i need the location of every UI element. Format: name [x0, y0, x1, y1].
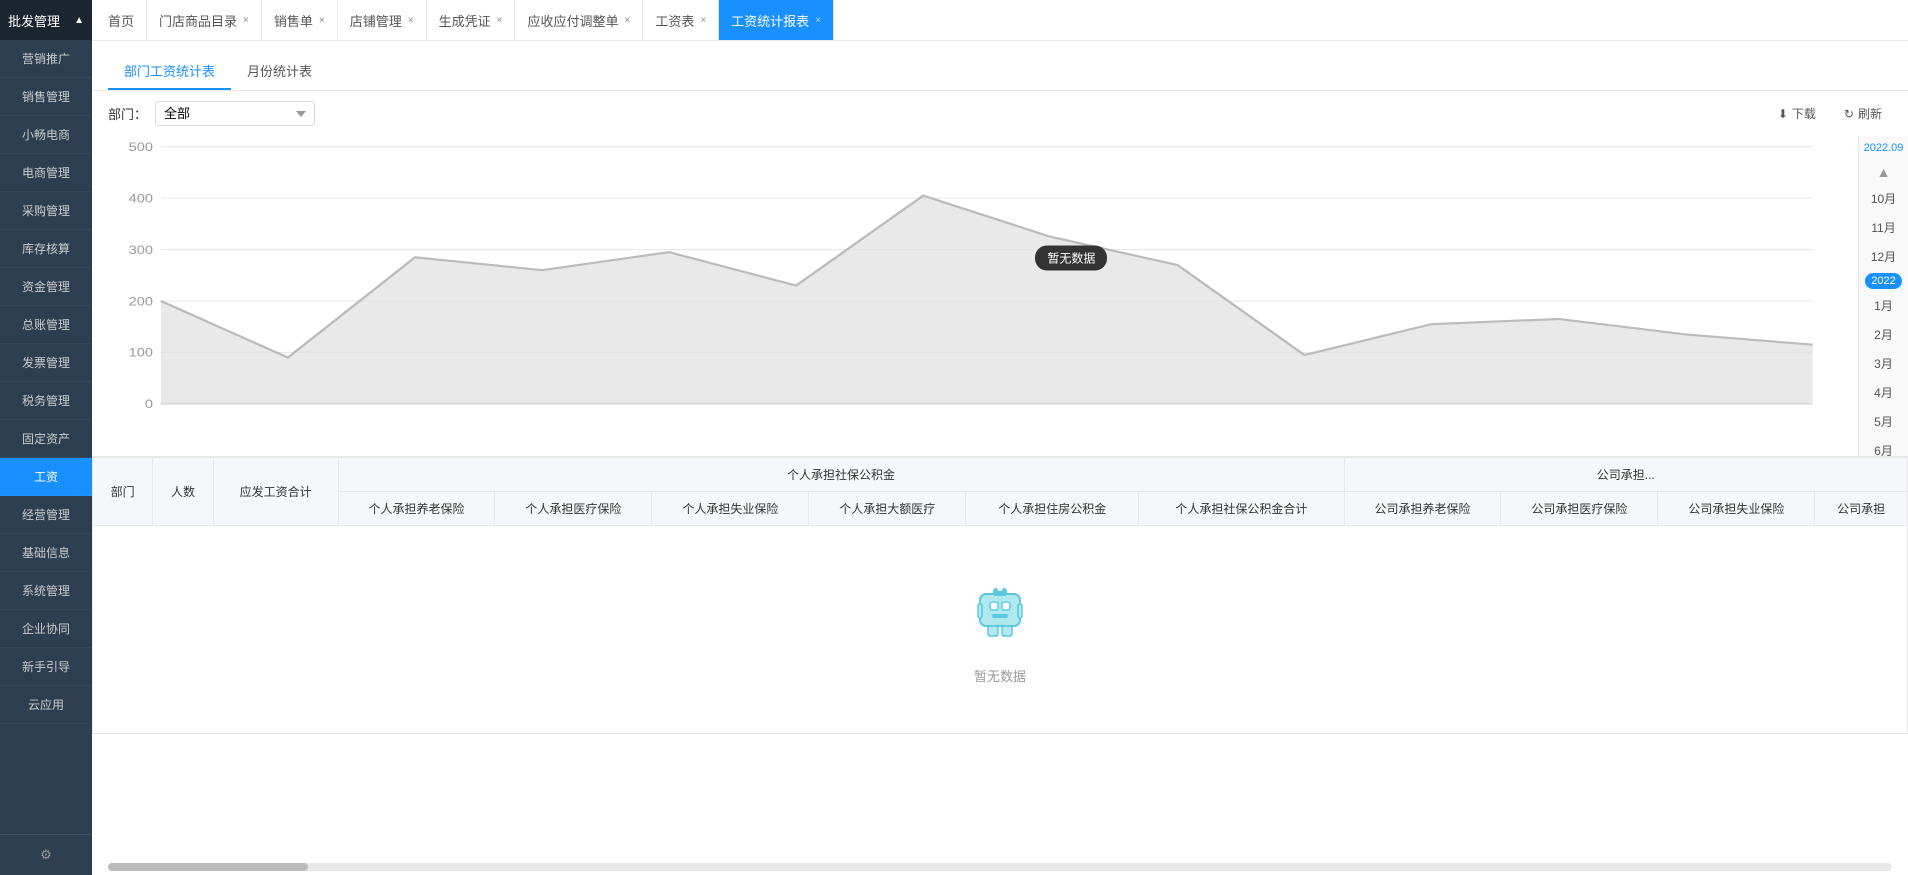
col-company-other: 公司承担 [1815, 492, 1908, 526]
sidebar-item-企业协同[interactable]: 企业协同 [0, 610, 92, 648]
download-button[interactable]: ⬇ 下载 [1768, 101, 1826, 126]
col-personal-unemployment: 个人承担失业保险 [652, 492, 809, 526]
col-company-pension: 公司承担养老保险 [1344, 492, 1501, 526]
date-month-2月[interactable]: 2月 [1865, 320, 1901, 349]
date-panel: 2022.09 ▲ 10月11月12月20221月2月3月4月5月6月7月8月9… [1858, 136, 1908, 456]
sidebar-toggle-icon[interactable]: ▲ [74, 15, 84, 26]
svg-text:500: 500 [129, 140, 153, 153]
date-month-5月[interactable]: 5月 [1865, 407, 1901, 436]
tab-bar: 首页门店商品目录×销售单×店铺管理×生成凭证×应收应付调整单×工资表×工资统计报… [92, 0, 1908, 41]
settings-icon: ⚙ [40, 847, 52, 862]
sidebar-item-税务管理[interactable]: 税务管理 [0, 382, 92, 420]
horizontal-scrollbar-track[interactable] [108, 863, 1892, 871]
tab-close-icon[interactable]: × [700, 15, 706, 26]
col-personal-large-medical: 个人承担大额医疗 [809, 492, 966, 526]
col-group-personal: 个人承担社保公积金 [338, 458, 1344, 492]
svg-text:400: 400 [129, 192, 153, 205]
horizontal-scrollbar-thumb[interactable] [108, 863, 308, 871]
col-headcount: 人数 [153, 458, 213, 526]
date-month-4月[interactable]: 4月 [1865, 378, 1901, 407]
date-month-3月[interactable]: 3月 [1865, 349, 1901, 378]
col-personal-total: 个人承担社保公积金合计 [1139, 492, 1344, 526]
date-panel-current-year[interactable]: 2022.09 [1860, 136, 1908, 160]
data-table: 部门 人数 应发工资合计 个人承担社保公积金 公司承担... 个人承担养老保险 … [92, 457, 1908, 734]
svg-text:300: 300 [129, 243, 153, 256]
col-gross-salary: 应发工资合计 [213, 458, 338, 526]
content-area: 部门工资统计表月份统计表 部门： 全部 ⬇ 下载 ↻ 刷新 [92, 41, 1908, 875]
tab-应收应付调整单[interactable]: 应收应付调整单× [515, 0, 643, 40]
action-buttons: ⬇ 下载 ↻ 刷新 [1768, 101, 1892, 126]
svg-text:100: 100 [129, 346, 153, 359]
svg-text:200: 200 [129, 295, 153, 308]
col-personal-housing: 个人承担住房公积金 [966, 492, 1139, 526]
sub-tab-部门工资统计表[interactable]: 部门工资统计表 [108, 53, 231, 90]
sidebar-item-工资[interactable]: 工资 [0, 458, 92, 496]
date-month-12月[interactable]: 12月 [1865, 242, 1901, 271]
chart-no-data-tooltip: 暂无数据 [1035, 245, 1107, 270]
tab-close-icon[interactable]: × [624, 15, 630, 26]
tab-close-icon[interactable]: × [319, 15, 325, 26]
col-group-company: 公司承担... [1344, 458, 1908, 492]
area-chart: 500 400 300 200 100 0 [108, 136, 1892, 436]
tab-销售单[interactable]: 销售单× [262, 0, 338, 40]
sidebar-item-固定资产[interactable]: 固定资产 [0, 420, 92, 458]
toolbar: 部门： 全部 ⬇ 下载 ↻ 刷新 [92, 91, 1908, 136]
sub-tab-bar: 部门工资统计表月份统计表 [92, 41, 1908, 91]
sidebar-item-经营管理[interactable]: 经营管理 [0, 496, 92, 534]
refresh-button[interactable]: ↻ 刷新 [1834, 101, 1892, 126]
date-nav-up[interactable]: ▲ [1873, 160, 1895, 184]
col-company-unemployment: 公司承担失业保险 [1658, 492, 1815, 526]
tab-生成凭证[interactable]: 生成凭证× [427, 0, 516, 40]
department-filter-select[interactable]: 全部 [155, 101, 315, 126]
tab-close-icon[interactable]: × [408, 15, 414, 26]
sub-tab-月份统计表[interactable]: 月份统计表 [231, 53, 328, 90]
sidebar-item-资金管理[interactable]: 资金管理 [0, 268, 92, 306]
svg-text:0: 0 [145, 397, 153, 410]
date-year-badge[interactable]: 2022 [1865, 273, 1901, 289]
sidebar-item-云应用[interactable]: 云应用 [0, 686, 92, 724]
empty-robot-icon [960, 574, 1040, 654]
table-wrapper: 部门 人数 应发工资合计 个人承担社保公积金 公司承担... 个人承担养老保险 … [92, 456, 1908, 859]
date-month-1月[interactable]: 1月 [1865, 291, 1901, 320]
sidebar-item-电商管理[interactable]: 电商管理 [0, 154, 92, 192]
date-month-6月[interactable]: 6月 [1865, 436, 1901, 456]
sidebar-title: 批发管理 [8, 11, 60, 30]
sidebar-footer-settings[interactable]: ⚙ [0, 834, 92, 875]
sidebar: 批发管理 ▲ 营销推广销售管理小畅电商电商管理采购管理库存核算资金管理总账管理发… [0, 0, 92, 875]
download-icon: ⬇ [1778, 107, 1788, 121]
main-content: 首页门店商品目录×销售单×店铺管理×生成凭证×应收应付调整单×工资表×工资统计报… [92, 0, 1908, 875]
empty-text: 暂无数据 [974, 666, 1026, 685]
col-dept: 部门 [93, 458, 153, 526]
sidebar-item-库存核算[interactable]: 库存核算 [0, 230, 92, 268]
chart-container: 500 400 300 200 100 0 暂无数据 [108, 136, 1892, 456]
chart-area: 500 400 300 200 100 0 暂无数据 [92, 136, 1908, 456]
col-company-medical: 公司承担医疗保险 [1501, 492, 1658, 526]
tab-close-icon[interactable]: × [497, 15, 503, 26]
sidebar-item-采购管理[interactable]: 采购管理 [0, 192, 92, 230]
sidebar-item-营销推广[interactable]: 营销推广 [0, 40, 92, 78]
date-month-10月[interactable]: 10月 [1865, 184, 1901, 213]
tab-店铺管理[interactable]: 店铺管理× [338, 0, 427, 40]
sidebar-item-新手引导[interactable]: 新手引导 [0, 648, 92, 686]
tab-首页[interactable]: 首页 [96, 0, 147, 40]
sidebar-header[interactable]: 批发管理 ▲ [0, 0, 92, 40]
date-month-11月[interactable]: 11月 [1865, 213, 1901, 242]
col-personal-medical: 个人承担医疗保险 [495, 492, 652, 526]
empty-state: 暂无数据 [103, 534, 1897, 725]
tab-工资表[interactable]: 工资表× [643, 0, 719, 40]
department-filter-label: 部门： [108, 104, 147, 123]
tab-close-icon[interactable]: × [815, 15, 821, 26]
filter-row: 部门： 全部 [108, 101, 315, 126]
sidebar-item-发票管理[interactable]: 发票管理 [0, 344, 92, 382]
tab-门店商品目录[interactable]: 门店商品目录× [147, 0, 262, 40]
sidebar-item-系统管理[interactable]: 系统管理 [0, 572, 92, 610]
tab-close-icon[interactable]: × [243, 15, 249, 26]
refresh-icon: ↻ [1844, 107, 1854, 121]
sidebar-item-小畅电商[interactable]: 小畅电商 [0, 116, 92, 154]
tab-工资统计报表[interactable]: 工资统计报表× [719, 0, 834, 40]
sidebar-item-总账管理[interactable]: 总账管理 [0, 306, 92, 344]
sidebar-item-销售管理[interactable]: 销售管理 [0, 78, 92, 116]
sidebar-item-基础信息[interactable]: 基础信息 [0, 534, 92, 572]
col-personal-pension: 个人承担养老保险 [338, 492, 495, 526]
